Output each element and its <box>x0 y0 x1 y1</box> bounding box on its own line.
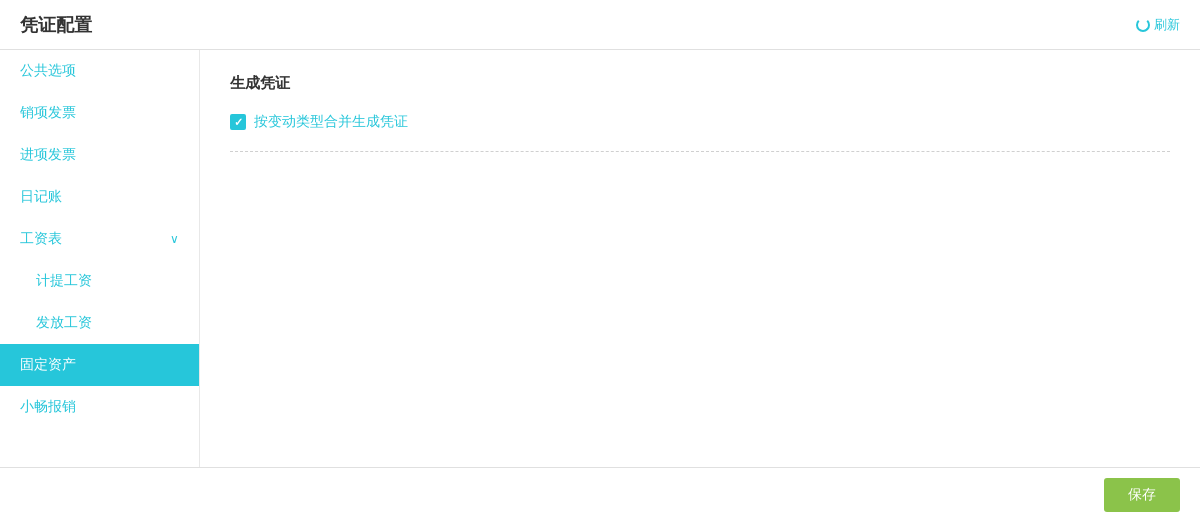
divider <box>230 151 1170 152</box>
sidebar-item-label: 销项发票 <box>20 104 76 122</box>
sidebar-item-expense-reimbursement[interactable]: 小畅报销 <box>0 386 199 428</box>
main-body: 公共选项销项发票进项发票日记账工资表 ∨ 计提工资发放工资固定资产小畅报销 生成凭证… <box>0 50 1200 467</box>
header: 凭证配置 刷新 <box>0 0 1200 50</box>
chevron-down-icon: ∨ <box>170 232 179 246</box>
refresh-icon <box>1136 18 1150 32</box>
sidebar-item-pay-payroll[interactable]: 发放工资 <box>0 302 199 344</box>
section-title: 生成凭证 <box>230 74 1170 93</box>
sidebar-item-sales-invoice[interactable]: 销项发票 <box>0 92 199 134</box>
page-title: 凭证配置 <box>20 13 92 37</box>
sidebar-item-label: 公共选项 <box>20 62 76 80</box>
content-area: 生成凭证 按变动类型合并生成凭证 <box>200 50 1200 467</box>
merge-checkbox[interactable] <box>230 114 246 130</box>
sidebar-item-label: 计提工资 <box>36 272 92 290</box>
save-button[interactable]: 保存 <box>1104 478 1180 512</box>
sidebar-item-fixed-assets[interactable]: 固定资产 <box>0 344 199 386</box>
checkbox-label: 按变动类型合并生成凭证 <box>254 113 408 131</box>
sidebar: 公共选项销项发票进项发票日记账工资表 ∨ 计提工资发放工资固定资产小畅报销 <box>0 50 200 467</box>
sidebar-item-payroll-table[interactable]: 工资表 ∨ <box>0 218 199 260</box>
sidebar-item-purchase-invoice[interactable]: 进项发票 <box>0 134 199 176</box>
sidebar-item-journal[interactable]: 日记账 <box>0 176 199 218</box>
sidebar-item-label: 日记账 <box>20 188 62 206</box>
sidebar-item-label: 工资表 <box>20 230 62 248</box>
checkbox-row[interactable]: 按变动类型合并生成凭证 <box>230 113 1170 131</box>
sidebar-item-label: 小畅报销 <box>20 398 76 416</box>
sidebar-item-label: 固定资产 <box>20 356 76 374</box>
refresh-button[interactable]: 刷新 <box>1136 16 1180 34</box>
sidebar-item-label: 进项发票 <box>20 146 76 164</box>
sidebar-item-calc-payroll[interactable]: 计提工资 <box>0 260 199 302</box>
footer: 保存 <box>0 467 1200 522</box>
sidebar-item-label: 发放工资 <box>36 314 92 332</box>
refresh-label: 刷新 <box>1154 16 1180 34</box>
sidebar-item-public-options[interactable]: 公共选项 <box>0 50 199 92</box>
